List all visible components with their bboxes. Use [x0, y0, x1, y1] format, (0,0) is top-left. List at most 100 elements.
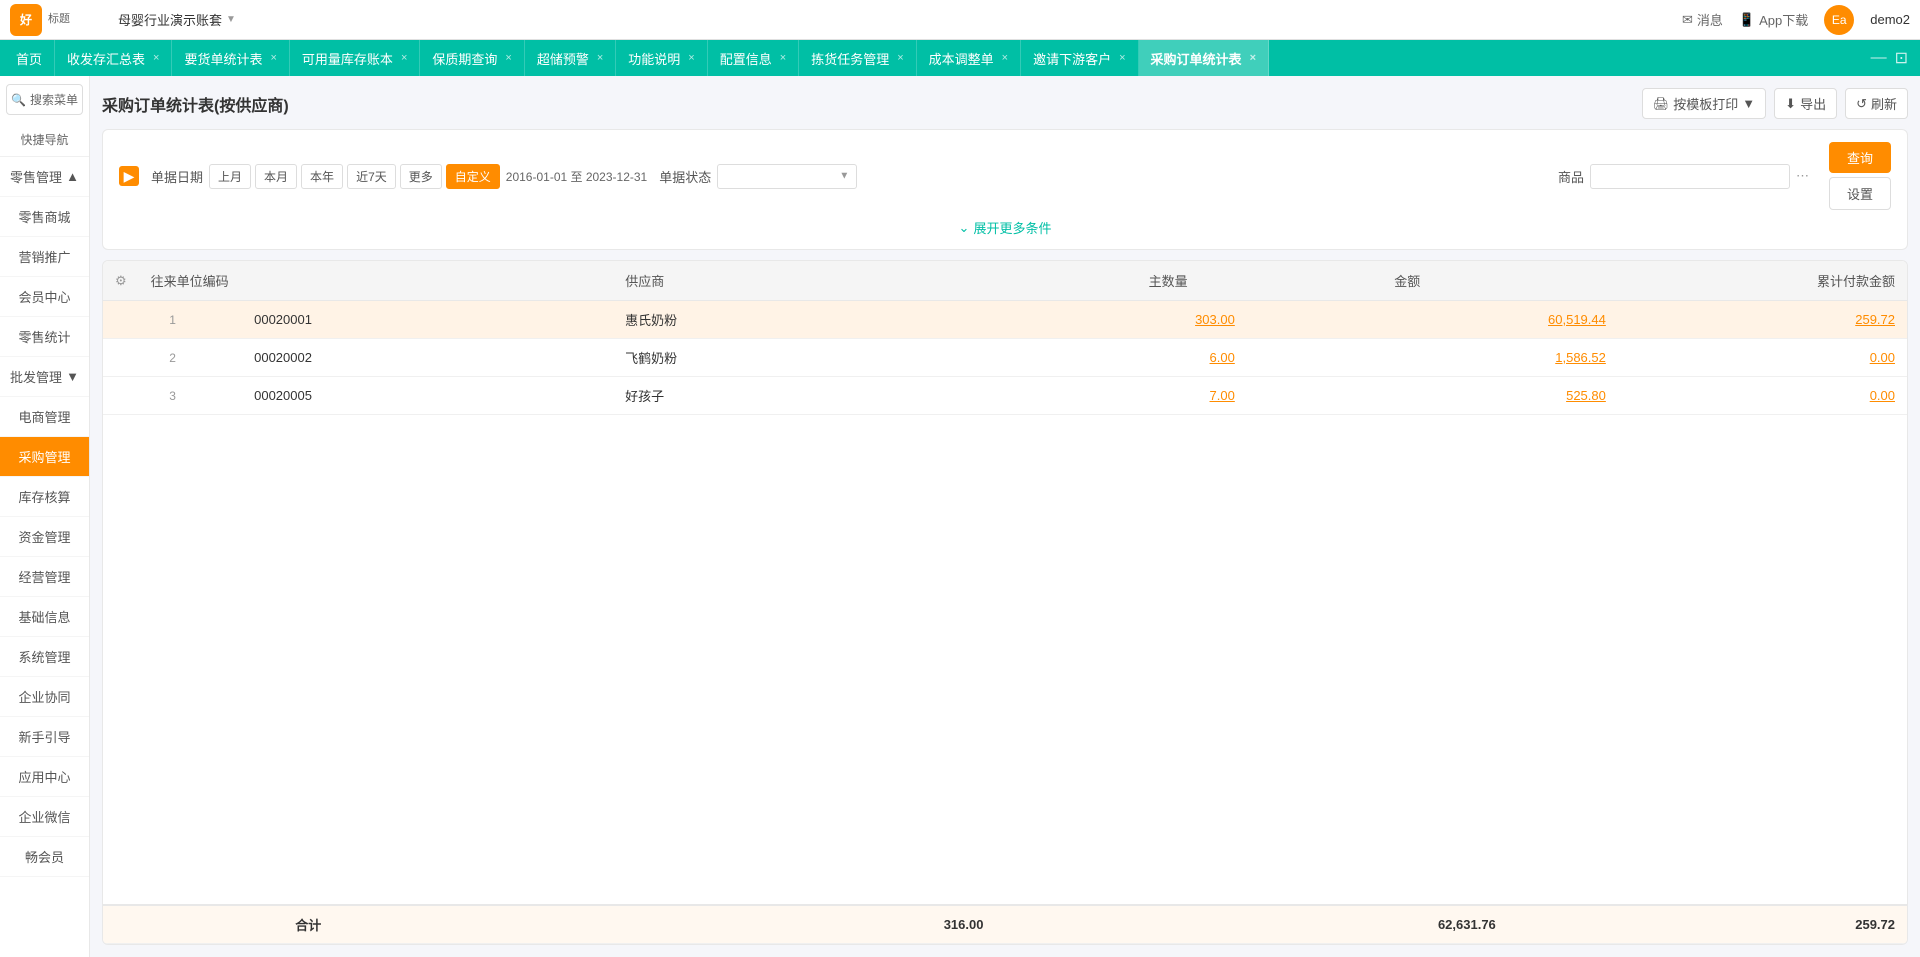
footer-amount: 62,631.76	[995, 905, 1507, 944]
date-options: 上月 本月 本年 近7天 更多 自定义	[209, 164, 500, 189]
sidebar-item-wholesale[interactable]: 批发管理 ▼	[0, 357, 89, 397]
tab-close-icon[interactable]: ×	[1250, 52, 1256, 64]
row-amount[interactable]: 60,519.44	[1247, 301, 1618, 339]
tab-close-icon[interactable]: ×	[780, 52, 786, 64]
tab-cost-adjust[interactable]: 成本调整单 ×	[917, 40, 1021, 76]
sidebar-item-stock-check[interactable]: 库存核算	[0, 477, 89, 517]
footer-empty-1	[103, 905, 133, 944]
tab-close-icon[interactable]: ×	[688, 52, 694, 64]
tab-overstock-warning[interactable]: 超储预警 ×	[525, 40, 616, 76]
date-last-month-button[interactable]: 上月	[209, 164, 251, 189]
refresh-label: 刷新	[1871, 94, 1897, 113]
sidebar-item-enterprise-wechat[interactable]: 企业微信	[0, 797, 89, 837]
date-7days-button[interactable]: 近7天	[347, 164, 396, 189]
filter-expand-button[interactable]: ▶	[119, 166, 139, 186]
tab-label: 拣货任务管理	[811, 49, 889, 68]
tab-pick-task[interactable]: 拣货任务管理 ×	[799, 40, 916, 76]
search-menu-button[interactable]: 🔍 搜索菜单	[6, 84, 83, 115]
tab-close-icon[interactable]: ×	[597, 52, 603, 64]
tab-label: 功能说明	[628, 49, 680, 68]
row-code: 00020005	[242, 377, 613, 415]
query-button[interactable]: 查询	[1829, 142, 1891, 173]
tab-inventory-summary[interactable]: 收发存汇总表 ×	[55, 40, 172, 76]
message-button[interactable]: ✉ 消息	[1682, 10, 1723, 29]
row-amount[interactable]: 1,586.52	[1247, 339, 1618, 377]
date-filter-label: 单据日期	[151, 167, 203, 186]
sidebar-item-ecommerce[interactable]: 电商管理	[0, 397, 89, 437]
sidebar-item-label: 批发管理	[10, 367, 62, 386]
filter-status-item: 单据状态	[659, 164, 857, 189]
tab-available-stock[interactable]: 可用量库存账本 ×	[290, 40, 420, 76]
date-this-year-button[interactable]: 本年	[301, 164, 343, 189]
print-button[interactable]: 🖨 按模板打印 ▼	[1642, 88, 1766, 119]
quick-nav-button[interactable]: 快捷导航	[0, 123, 89, 157]
workspace-selector[interactable]: 母婴行业演示账套 ▼	[110, 6, 244, 33]
tab-close-icon[interactable]: ×	[270, 52, 276, 64]
goods-input[interactable]	[1590, 164, 1790, 189]
sidebar-item-system[interactable]: 系统管理	[0, 637, 89, 677]
tab-expiry-query[interactable]: 保质期查询 ×	[420, 40, 524, 76]
nav-maximize-icon[interactable]: ⊡	[1895, 48, 1908, 68]
tab-config-info[interactable]: 配置信息 ×	[708, 40, 799, 76]
col-supplier: 供应商	[613, 261, 906, 301]
sidebar-item-app-center[interactable]: 应用中心	[0, 757, 89, 797]
sidebar-item-basic-info[interactable]: 基础信息	[0, 597, 89, 637]
sidebar-item-member[interactable]: 会员中心	[0, 277, 89, 317]
goods-more-icon[interactable]: ⋯	[1796, 168, 1809, 184]
sidebar-item-retail-manage[interactable]: 零售管理 ▲	[0, 157, 89, 197]
sidebar-item-label: 会员中心	[18, 287, 70, 306]
tab-invite-downstream[interactable]: 邀请下游客户 ×	[1021, 40, 1138, 76]
tab-close-icon[interactable]: ×	[401, 52, 407, 64]
nav-tabs-actions: — ⊡	[1871, 48, 1916, 68]
tab-close-icon[interactable]: ×	[505, 52, 511, 64]
user-name[interactable]: demo2	[1870, 12, 1910, 27]
nav-minimize-icon[interactable]: —	[1871, 49, 1887, 67]
quick-nav-label: 快捷导航	[20, 133, 68, 147]
sidebar-item-finance[interactable]: 资金管理	[0, 517, 89, 557]
status-select[interactable]	[717, 164, 857, 189]
table-row[interactable]: 2 00020002 飞鹤奶粉 6.00 1,586.52 0.00	[103, 339, 1907, 377]
sidebar-item-operations[interactable]: 经营管理	[0, 557, 89, 597]
footer-label: 合计	[283, 905, 596, 944]
table-row[interactable]: 1 00020001 惠氏奶粉 303.00 60,519.44 259.72	[103, 301, 1907, 339]
tab-home[interactable]: 首页	[4, 40, 55, 76]
sidebar-item-purchase[interactable]: 采购管理	[0, 437, 89, 477]
column-settings-icon[interactable]: ⚙	[115, 273, 127, 288]
table-row[interactable]: 3 00020005 好孩子 7.00 525.80 0.00	[103, 377, 1907, 415]
row-amount[interactable]: 525.80	[1247, 377, 1618, 415]
row-quantity[interactable]: 6.00	[958, 339, 1247, 377]
tab-close-icon[interactable]: ×	[1002, 52, 1008, 64]
tab-close-icon[interactable]: ×	[897, 52, 903, 64]
sidebar-item-member-card[interactable]: 畅会员	[0, 837, 89, 877]
filter-more-conditions[interactable]: ⌄ 展开更多条件	[119, 218, 1891, 237]
row-paid[interactable]: 0.00	[1618, 339, 1907, 377]
date-range-text: 2016-01-01 至 2023-12-31	[506, 168, 647, 185]
status-select-wrapper	[717, 164, 857, 189]
sidebar-item-collaboration[interactable]: 企业协同	[0, 677, 89, 717]
row-quantity[interactable]: 303.00	[958, 301, 1247, 339]
export-label: 导出	[1800, 94, 1826, 113]
tab-purchase-stats[interactable]: 采购订单统计表 ×	[1139, 40, 1269, 76]
app-download-button[interactable]: 📱 App下载	[1739, 10, 1808, 29]
tab-function-desc[interactable]: 功能说明 ×	[616, 40, 707, 76]
nav-tabs: 首页 收发存汇总表 × 要货单统计表 × 可用量库存账本 × 保质期查询 × 超…	[0, 40, 1920, 76]
tab-order-stats[interactable]: 要货单统计表 ×	[172, 40, 289, 76]
app-logo-icon: 好	[10, 4, 42, 36]
sidebar-item-marketing[interactable]: 营销推广	[0, 237, 89, 277]
date-more-button[interactable]: 更多	[400, 164, 442, 189]
search-icon: 🔍	[11, 93, 26, 107]
refresh-button[interactable]: ↺ 刷新	[1845, 88, 1908, 119]
sidebar-item-label: 新手引导	[18, 727, 70, 746]
settings-button[interactable]: 设置	[1829, 177, 1891, 210]
row-quantity[interactable]: 7.00	[958, 377, 1247, 415]
tab-close-icon[interactable]: ×	[153, 52, 159, 64]
tab-close-icon[interactable]: ×	[1119, 52, 1125, 64]
sidebar-item-retail-stats[interactable]: 零售统计	[0, 317, 89, 357]
user-avatar[interactable]: Ea	[1824, 5, 1854, 35]
row-paid[interactable]: 259.72	[1618, 301, 1907, 339]
sidebar-item-new-guide[interactable]: 新手引导	[0, 717, 89, 757]
export-button[interactable]: ⬇ 导出	[1774, 88, 1837, 119]
row-paid[interactable]: 0.00	[1618, 377, 1907, 415]
date-this-month-button[interactable]: 本月	[255, 164, 297, 189]
sidebar-item-retail-mall[interactable]: 零售商城	[0, 197, 89, 237]
